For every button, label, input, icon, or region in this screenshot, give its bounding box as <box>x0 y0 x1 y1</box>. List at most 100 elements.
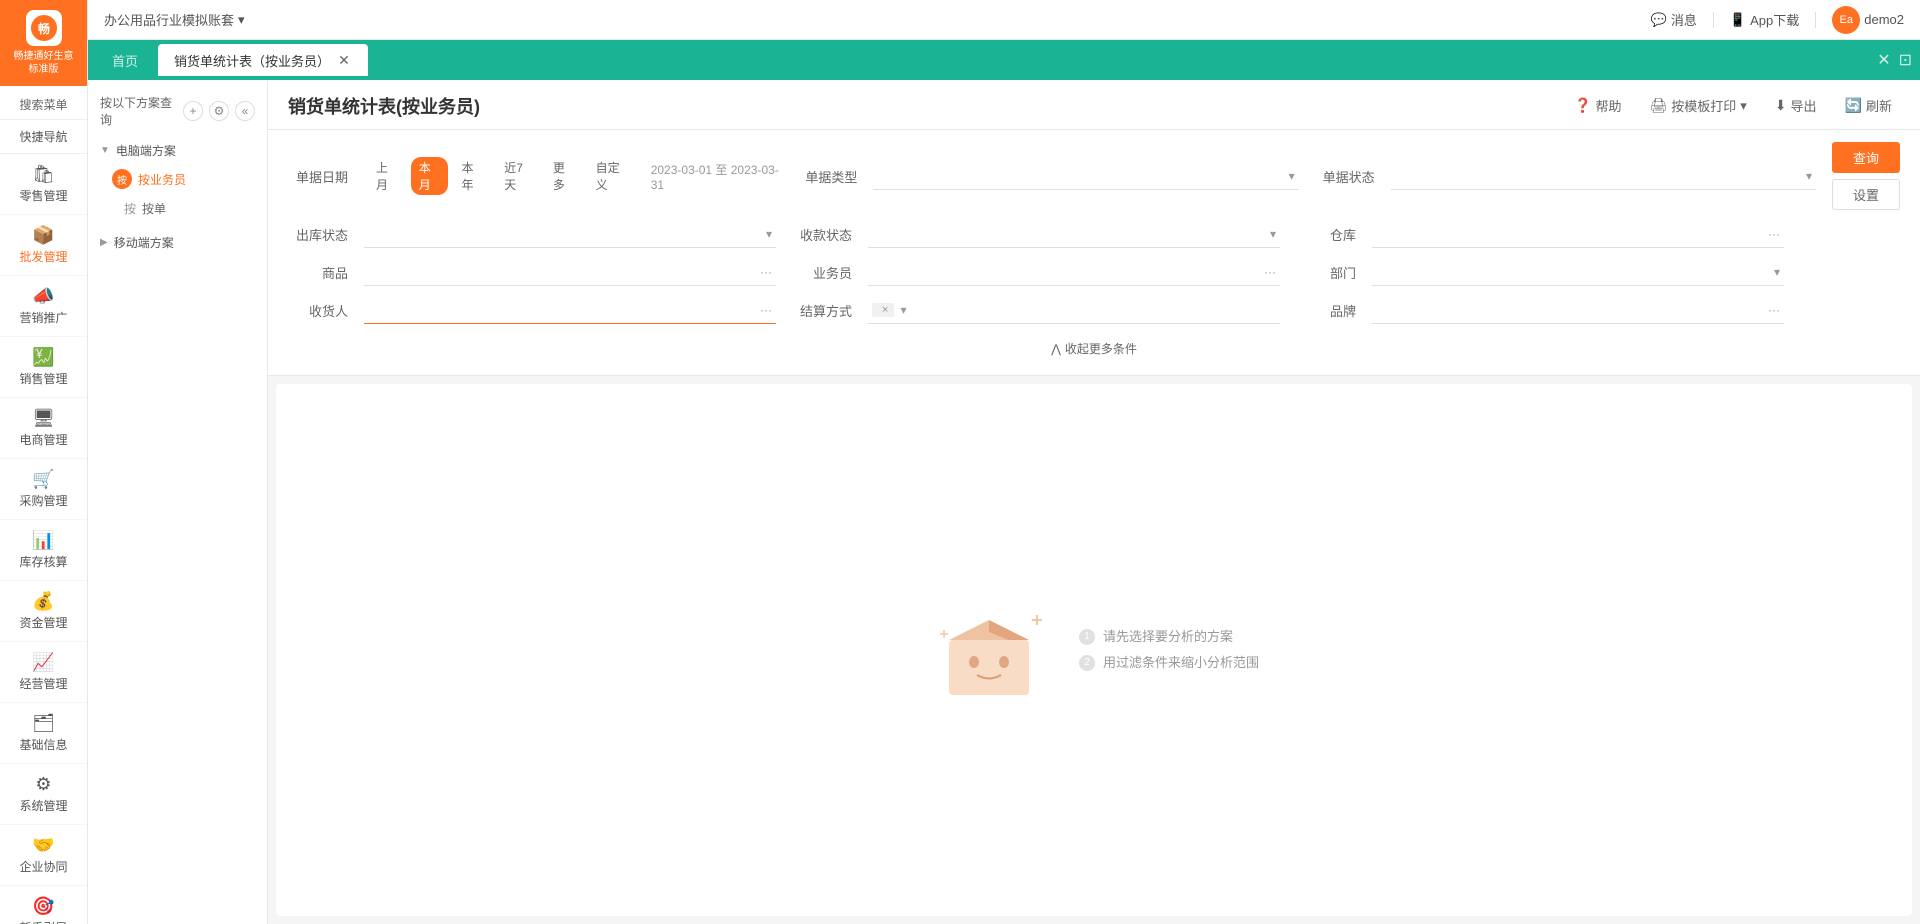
tab-sales-stat[interactable]: 销货单统计表（按业务员） ✕ <box>158 44 368 76</box>
sidebar-item-system[interactable]: ⚙ 系统管理 <box>0 764 87 825</box>
group-arrow-mobile-icon: ▶ <box>100 237 108 248</box>
message-icon: 💬 <box>1651 12 1667 28</box>
shortcut-this-month[interactable]: 本月 <box>411 157 448 195</box>
app-download-label: App下载 <box>1750 10 1799 29</box>
newbie-label: 新手引导 <box>4 919 83 924</box>
sidebar-item-newbie[interactable]: 🎯 新手引导 <box>0 886 87 924</box>
sidebar-search[interactable]: 搜索菜单 <box>0 86 87 120</box>
sales-icon: 💹 <box>4 347 83 368</box>
app-download-btn[interactable]: 📱 App下载 <box>1730 10 1799 29</box>
salesperson-more-icon: ··· <box>1264 265 1276 279</box>
filter-row-4: 收货人 ··· 结算方式 × ▾ 品牌 <box>288 296 1900 324</box>
scheme-section-desktop: ▼ 电脑端方案 按 按业务员 按 按单 <box>88 134 267 226</box>
type-label: 单据类型 <box>797 167 857 186</box>
sidebar-item-marketing[interactable]: 📣 营销推广 <box>0 276 87 337</box>
hint-item-2: 2 用过滤条件来缩小分析范围 <box>1079 650 1259 676</box>
divider2 <box>1815 12 1816 28</box>
out-status-field[interactable]: ▾ <box>364 220 776 248</box>
help-btn[interactable]: ❓ 帮助 <box>1566 92 1629 119</box>
sidebar-item-wholesale[interactable]: 📦 批发管理 <box>0 215 87 276</box>
collapse-filter-btn[interactable]: ⋀ 收起更多条件 <box>288 334 1900 363</box>
sidebar-item-basic[interactable]: 🗂 基础信息 <box>0 703 87 764</box>
scheme-group-desktop[interactable]: ▼ 电脑端方案 <box>88 138 267 163</box>
settings-icon: ⚙ <box>214 104 225 118</box>
help-icon: ❓ <box>1574 97 1591 114</box>
logo-icon: 畅 <box>26 10 62 46</box>
operation-label: 经营管理 <box>4 675 83 692</box>
sidebar-item-operation[interactable]: 📈 经营管理 <box>0 642 87 703</box>
hint-text-1: 请先选择要分析的方案 <box>1103 624 1233 650</box>
logo-subtext: 标准版 <box>29 63 59 76</box>
ecommerce-label: 电商管理 <box>4 431 83 448</box>
add-scheme-btn[interactable]: + <box>183 101 203 121</box>
payment-tag-close-icon[interactable]: × <box>882 304 888 316</box>
scheme-item-by-salesperson[interactable]: 按 按业务员 <box>88 163 267 195</box>
sidebar-item-enterprise[interactable]: 🤝 企业协同 <box>0 825 87 886</box>
shortcut-this-year[interactable]: 本年 <box>454 157 491 195</box>
export-icon: ⬇ <box>1775 97 1787 114</box>
collapse-icon: « <box>242 104 249 118</box>
shortcut-last-month[interactable]: 上月 <box>368 157 405 195</box>
scheme-sub-item-order[interactable]: 按 按单 <box>88 195 267 222</box>
query-button[interactable]: 查询 <box>1832 142 1900 173</box>
payment-label: 结算方式 <box>792 301 852 320</box>
refresh-btn[interactable]: 🔄 刷新 <box>1837 92 1900 119</box>
shortcut-custom[interactable]: 自定义 <box>588 157 635 195</box>
collapse-panel-btn[interactable]: « <box>235 101 255 121</box>
product-field[interactable]: ··· <box>364 258 776 286</box>
shortcut-last7days[interactable]: 近7天 <box>496 157 539 195</box>
finance-icon: 💰 <box>4 591 83 612</box>
sidebar-item-retail[interactable]: 🛍 零售管理 <box>0 154 87 215</box>
sidebar-item-sales[interactable]: 💹 销售管理 <box>0 337 87 398</box>
receiver-field[interactable]: ··· <box>364 296 776 324</box>
brand-more-icon: ··· <box>1768 303 1780 317</box>
right-content: 销货单统计表(按业务员) ❓ 帮助 🖨 按模板打印 ▾ ⬇ 导出 <box>268 80 1920 924</box>
svg-text:畅: 畅 <box>37 21 49 36</box>
payment-field[interactable]: × ▾ <box>868 296 1280 324</box>
message-btn[interactable]: 💬 消息 <box>1651 10 1697 29</box>
date-shortcuts: 上月 本月 本年 近7天 更多 自定义 <box>368 157 635 195</box>
sidebar-item-ecommerce[interactable]: 🖥 电商管理 <box>0 398 87 459</box>
header-right: 💬 消息 📱 App下载 Ea demo2 <box>1651 6 1904 34</box>
sidebar-item-purchase[interactable]: 🛒 采购管理 <box>0 459 87 520</box>
set-button[interactable]: 设置 <box>1832 179 1900 210</box>
out-status-label: 出库状态 <box>288 225 348 244</box>
sidebar-quicknav[interactable]: 快捷导航 <box>0 120 87 154</box>
tab-restore-icon[interactable]: ⊡ <box>1899 50 1912 70</box>
export-btn[interactable]: ⬇ 导出 <box>1767 92 1825 119</box>
hint-item-1: 1 请先选择要分析的方案 <box>1079 624 1259 650</box>
main-area: 办公用品行业模拟账套 ▾ 💬 消息 📱 App下载 Ea demo2 <box>88 0 1920 924</box>
page-title: 销货单统计表(按业务员) <box>288 93 480 119</box>
basic-icon: 🗂 <box>4 713 83 734</box>
export-label: 导出 <box>1791 96 1817 115</box>
scheme-group-mobile[interactable]: ▶ 移动端方案 <box>88 230 267 255</box>
sidebar-item-finance[interactable]: 💰 资金管理 <box>0 581 87 642</box>
hint-text-2: 用过滤条件来缩小分析范围 <box>1103 650 1259 676</box>
type-dropdown-icon: ▾ <box>1289 169 1295 183</box>
pay-status-field[interactable]: ▾ <box>868 220 1280 248</box>
scheme-section-mobile: ▶ 移动端方案 <box>88 226 267 259</box>
template-print-btn[interactable]: 🖨 按模板打印 ▾ <box>1641 92 1754 119</box>
message-label: 消息 <box>1671 10 1697 29</box>
avatar: Ea <box>1832 6 1860 34</box>
tab-home[interactable]: 首页 <box>96 44 154 76</box>
brand-label: 品牌 <box>1296 301 1356 320</box>
warehouse-field[interactable]: ··· <box>1372 220 1784 248</box>
header-left: 办公用品行业模拟账套 ▾ <box>104 10 245 29</box>
app-selector[interactable]: 办公用品行业模拟账套 ▾ <box>104 10 245 29</box>
sidebar-item-inventory[interactable]: 📊 库存核算 <box>0 520 87 581</box>
tab-bar: 首页 销货单统计表（按业务员） ✕ ✕ ⊡ <box>88 40 1920 80</box>
settings-scheme-btn[interactable]: ⚙ <box>209 101 229 121</box>
user-menu[interactable]: Ea demo2 <box>1832 6 1904 34</box>
brand-field[interactable]: ··· <box>1372 296 1784 324</box>
tab-close-icon[interactable]: ✕ <box>336 52 352 68</box>
type-field[interactable]: ▾ <box>873 162 1298 190</box>
department-field[interactable]: ▾ <box>1372 258 1784 286</box>
salesperson-field[interactable]: ··· <box>868 258 1280 286</box>
sidebar-logo[interactable]: 畅 畅捷通好生意 标准版 <box>0 0 87 86</box>
tab-minimize-icon[interactable]: ✕ <box>1877 50 1890 70</box>
scheme-label-salesperson: 按业务员 <box>138 171 186 188</box>
shortcut-more[interactable]: 更多 <box>545 157 582 195</box>
hint-num-2: 2 <box>1079 655 1095 671</box>
status-field[interactable]: ▾ <box>1391 162 1816 190</box>
